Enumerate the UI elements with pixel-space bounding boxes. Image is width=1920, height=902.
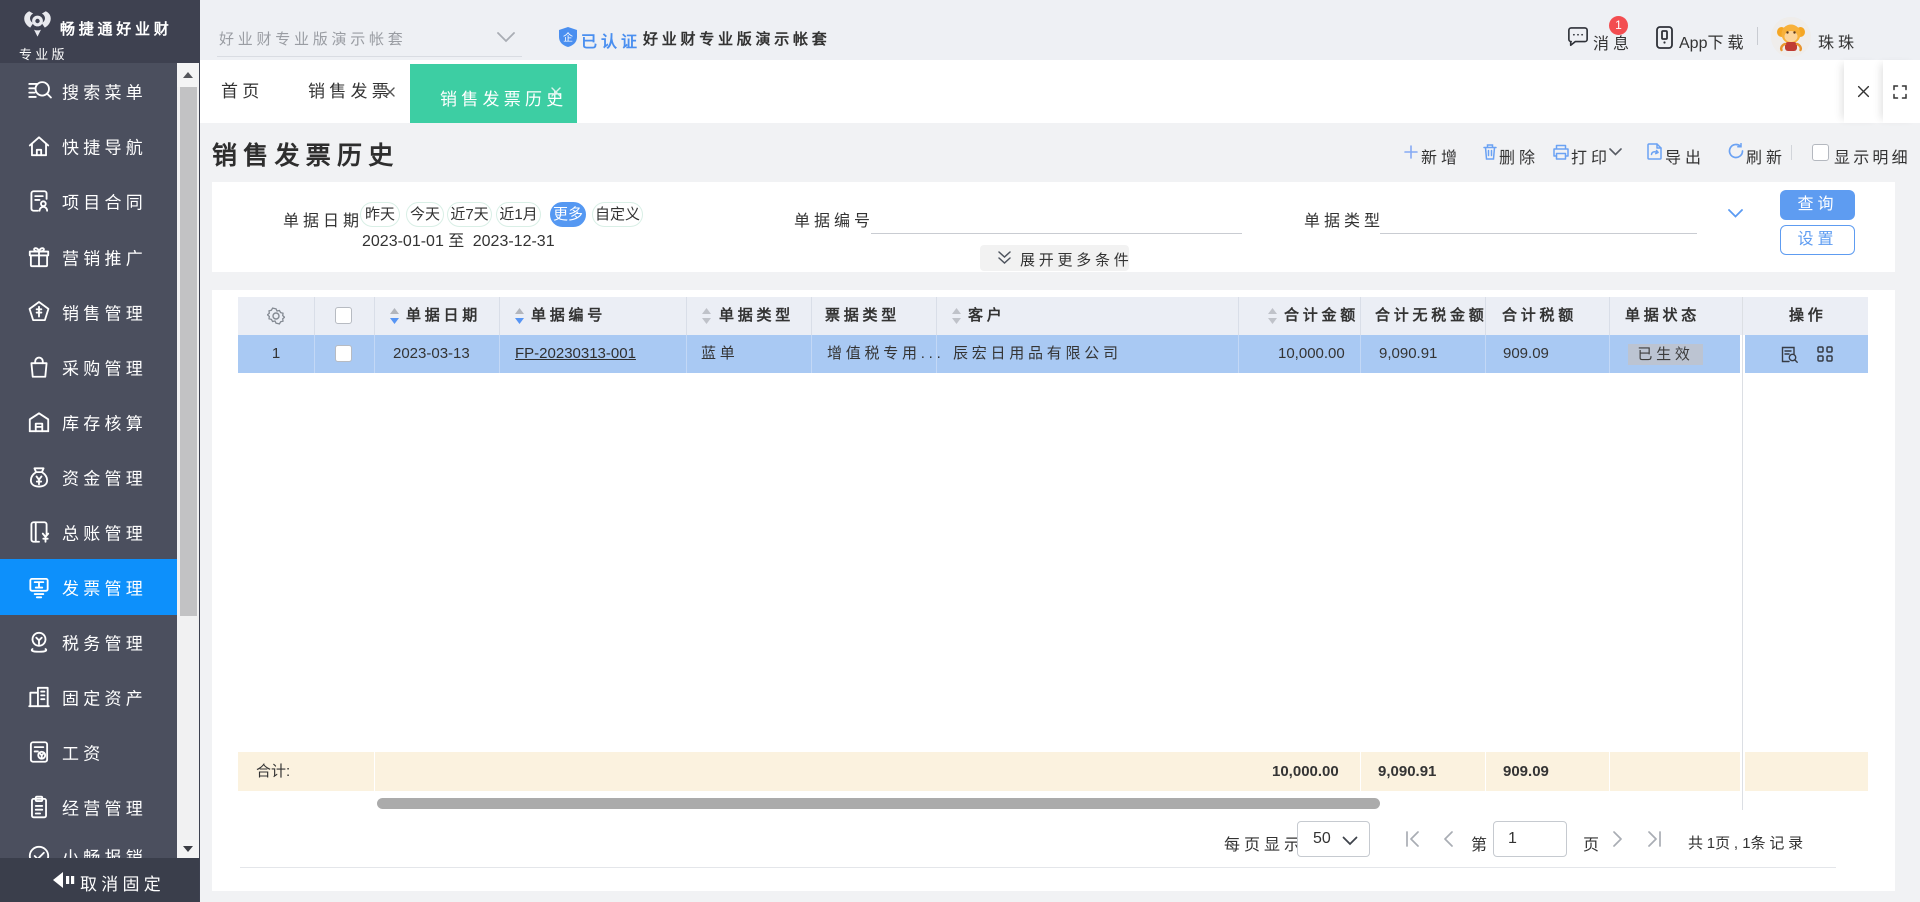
svg-text:企: 企 xyxy=(563,31,573,44)
